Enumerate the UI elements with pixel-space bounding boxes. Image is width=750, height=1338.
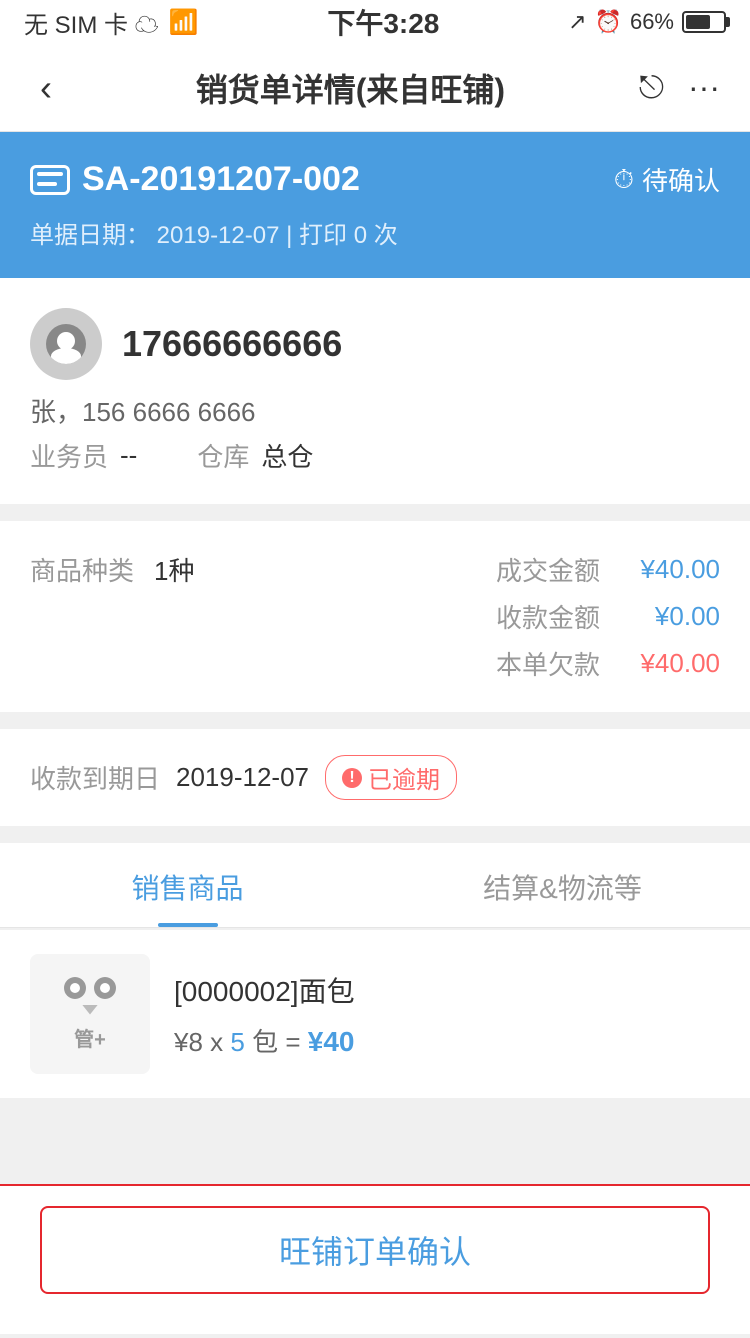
order-id: SA-20191207-002 bbox=[30, 160, 360, 199]
customer-phone: 17666666666 bbox=[122, 323, 342, 365]
product-details: [0000002]面包 ¥8 x 5 包 = ¥40 bbox=[174, 970, 720, 1059]
warehouse-label: 仓库 bbox=[197, 437, 249, 474]
salesperson-item: 业务员 -- bbox=[30, 437, 137, 474]
salesperson-label: 业务员 bbox=[30, 437, 108, 474]
wifi-icon: 📶 bbox=[169, 8, 199, 37]
order-print-count: 0 bbox=[354, 222, 367, 249]
price-multiply: x bbox=[210, 1027, 230, 1057]
kind-value: 1种 bbox=[154, 551, 194, 588]
customer-meta: 业务员 -- 仓库 总仓 bbox=[30, 437, 720, 474]
received-label: 收款金额 bbox=[496, 598, 600, 635]
due-section: 收款到期日 2019-12-07 ! 已逾期 bbox=[0, 729, 750, 827]
battery-fill bbox=[686, 15, 710, 29]
price-per-unit: ¥8 bbox=[174, 1027, 203, 1057]
order-date-value: 2019-12-07 bbox=[157, 222, 280, 249]
product-thumbnail: 管+ bbox=[30, 954, 150, 1074]
order-id-text: SA-20191207-002 bbox=[82, 160, 360, 199]
received-value: ¥0.00 bbox=[620, 601, 720, 632]
order-date-row: 单据日期： 2019-12-07 | 打印 0 次 bbox=[30, 215, 720, 250]
warning-icon: ! bbox=[342, 768, 362, 788]
tab-settlement-label: 结算&物流等 bbox=[483, 873, 642, 904]
owe-label: 本单欠款 bbox=[496, 645, 600, 682]
status-left: 无 SIM 卡 ☁ 📶 bbox=[24, 5, 199, 40]
product-price: ¥8 x 5 包 = ¥40 bbox=[174, 1022, 720, 1059]
order-doc-icon bbox=[30, 165, 70, 195]
customer-row: 17666666666 bbox=[30, 308, 720, 380]
price-equals: = bbox=[285, 1027, 307, 1057]
battery-icon bbox=[682, 11, 726, 33]
more-icon[interactable]: ··· bbox=[688, 69, 720, 106]
overdue-badge: ! 已逾期 bbox=[325, 755, 457, 800]
avatar bbox=[30, 308, 102, 380]
product-section: 管+ [0000002]面包 ¥8 x 5 包 = ¥40 bbox=[0, 930, 750, 1098]
due-date: 2019-12-07 bbox=[176, 762, 309, 793]
tab-settlement[interactable]: 结算&物流等 bbox=[375, 843, 750, 927]
price-qty-value: 5 bbox=[230, 1027, 244, 1057]
owl-eyes bbox=[64, 977, 116, 999]
customer-section: 17666666666 张，156 6666 6666 业务员 -- 仓库 总仓 bbox=[0, 278, 750, 505]
confirm-order-button[interactable]: 旺铺订单确认 bbox=[40, 1206, 710, 1294]
amount-value: ¥40.00 bbox=[620, 554, 720, 585]
kind-label: 商品种类 bbox=[30, 551, 134, 588]
order-print-suffix: 次 bbox=[374, 222, 398, 249]
stats-left: 商品种类 1种 bbox=[30, 551, 194, 588]
warehouse-value: 总仓 bbox=[261, 437, 313, 474]
no-sim-text: 无 SIM 卡 ☁ bbox=[24, 5, 159, 40]
order-status-text: 待确认 bbox=[642, 161, 720, 198]
back-button[interactable]: ‹ bbox=[30, 57, 62, 119]
order-print-label: | 打印 bbox=[286, 222, 354, 249]
owl-eye-right bbox=[94, 977, 116, 999]
order-status: ⏱ 待确认 bbox=[614, 161, 720, 198]
nav-bar: ‹ 销货单详情(来自旺铺) ⎋ ··· bbox=[0, 44, 750, 132]
product-name: [0000002]面包 bbox=[174, 970, 720, 1010]
order-header: SA-20191207-002 ⏱ 待确认 单据日期： 2019-12-07 |… bbox=[0, 132, 750, 278]
amount-row: 成交金额 ¥40.00 bbox=[496, 551, 720, 588]
owl-text: 管+ bbox=[74, 1023, 106, 1052]
received-row: 收款金额 ¥0.00 bbox=[496, 598, 720, 635]
product-thumb-content: 管+ bbox=[30, 954, 150, 1074]
product-item: 管+ [0000002]面包 ¥8 x 5 包 = ¥40 bbox=[30, 954, 720, 1074]
order-id-row: SA-20191207-002 ⏱ 待确认 bbox=[30, 160, 720, 199]
nav-actions: ⎋ ··· bbox=[639, 69, 720, 107]
owe-row: 本单欠款 ¥40.00 bbox=[496, 645, 720, 682]
owl-eye-left bbox=[64, 977, 86, 999]
salesperson-value: -- bbox=[120, 440, 137, 471]
owe-value: ¥40.00 bbox=[620, 648, 720, 679]
tabs-section: 销售商品 结算&物流等 bbox=[0, 843, 750, 928]
location-icon: ↗ bbox=[568, 9, 586, 35]
price-total: ¥40 bbox=[308, 1026, 355, 1057]
price-unit: 包 bbox=[252, 1027, 278, 1057]
status-clock-icon: ⏱ bbox=[614, 164, 634, 196]
tab-products[interactable]: 销售商品 bbox=[0, 843, 375, 927]
export-icon[interactable]: ⎋ bbox=[639, 69, 664, 107]
battery-percent: 66% bbox=[630, 9, 674, 35]
status-bar: 无 SIM 卡 ☁ 📶 下午3:28 ↗ ⏰ 66% bbox=[0, 0, 750, 44]
alarm-icon: ⏰ bbox=[595, 9, 622, 35]
stats-right: 成交金额 ¥40.00 收款金额 ¥0.00 本单欠款 ¥40.00 bbox=[496, 551, 720, 682]
stats-section: 商品种类 1种 成交金额 ¥40.00 收款金额 ¥0.00 本单欠款 ¥40.… bbox=[0, 521, 750, 713]
due-label: 收款到期日 bbox=[30, 759, 160, 796]
tab-products-label: 销售商品 bbox=[131, 873, 243, 904]
customer-info: 张，156 6666 6666 bbox=[30, 392, 720, 429]
page-title: 销货单详情(来自旺铺) bbox=[196, 65, 505, 111]
tabs-row: 销售商品 结算&物流等 bbox=[0, 843, 750, 927]
owl-beak bbox=[82, 1005, 98, 1015]
status-right: ↗ ⏰ 66% bbox=[568, 9, 726, 35]
order-date-label: 单据日期： bbox=[30, 222, 150, 249]
amount-label: 成交金额 bbox=[496, 551, 600, 588]
overdue-text: 已逾期 bbox=[368, 760, 440, 795]
avatar-icon bbox=[46, 324, 86, 364]
warehouse-item: 仓库 总仓 bbox=[197, 437, 313, 474]
bottom-bar: 旺铺订单确认 bbox=[0, 1184, 750, 1334]
status-time: 下午3:28 bbox=[327, 2, 439, 42]
